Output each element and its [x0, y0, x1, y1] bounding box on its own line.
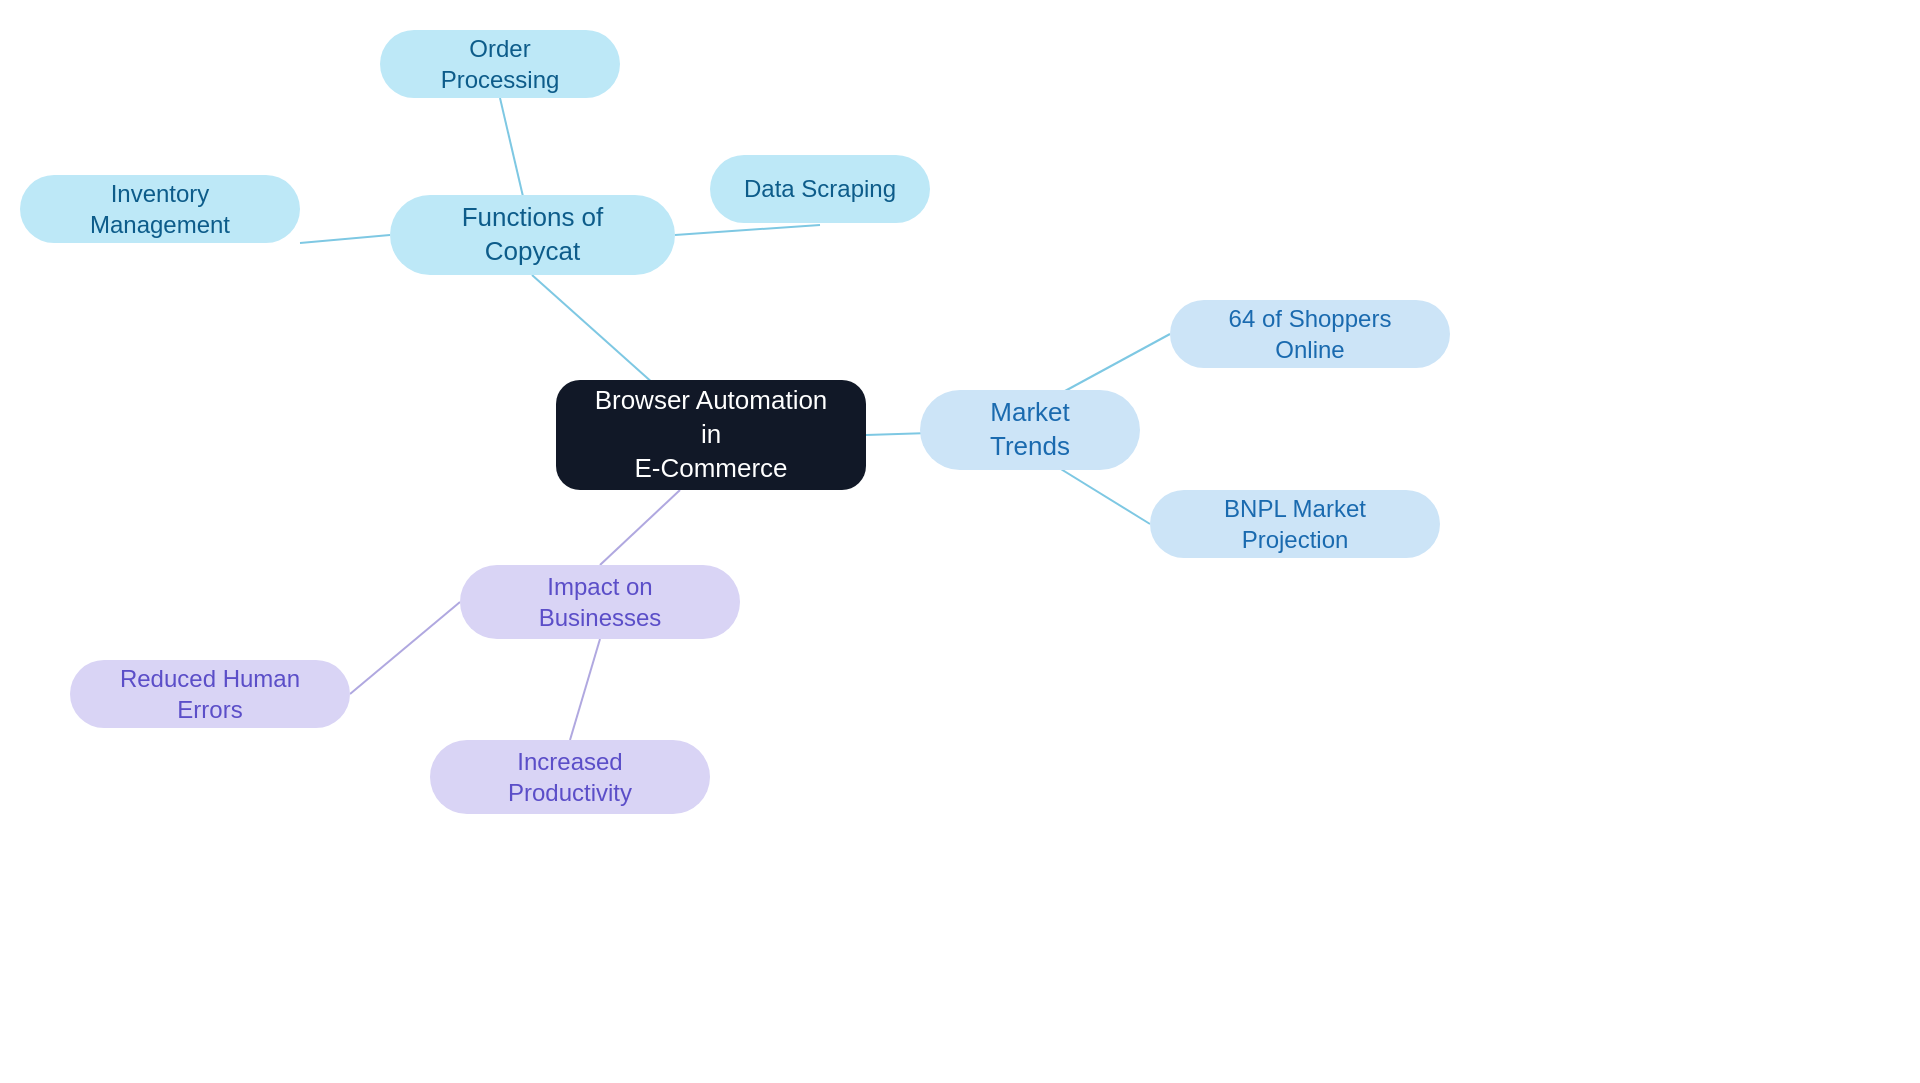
center-node: Browser Automation in E-Commerce — [556, 380, 866, 490]
data-scraping-label: Data Scraping — [744, 173, 896, 204]
impact-label: Impact on Businesses — [492, 571, 708, 633]
shoppers-node: 64 of Shoppers Online — [1170, 300, 1450, 368]
svg-line-6 — [570, 639, 600, 740]
inventory-label: Inventory Management — [52, 178, 268, 240]
order-processing-node: Order Processing — [380, 30, 620, 98]
center-label: Browser Automation in E-Commerce — [588, 384, 834, 485]
inventory-node: Inventory Management — [20, 175, 300, 243]
svg-line-5 — [350, 602, 460, 694]
functions-node: Functions of Copycat — [390, 195, 675, 275]
bnpl-node: BNPL Market Projection — [1150, 490, 1440, 558]
svg-line-2 — [300, 235, 390, 243]
connections-svg — [0, 0, 1920, 1083]
functions-label: Functions of Copycat — [422, 201, 643, 269]
productivity-node: Increased Productivity — [430, 740, 710, 814]
impact-node: Impact on Businesses — [460, 565, 740, 639]
market-trends-node: Market Trends — [920, 390, 1140, 470]
order-processing-label: Order Processing — [412, 33, 588, 95]
shoppers-label: 64 of Shoppers Online — [1202, 303, 1418, 365]
reduced-errors-label: Reduced Human Errors — [102, 663, 318, 725]
svg-line-3 — [675, 225, 820, 235]
svg-line-4 — [600, 490, 680, 565]
market-trends-label: Market Trends — [952, 396, 1108, 464]
productivity-label: Increased Productivity — [462, 746, 678, 808]
data-scraping-node: Data Scraping — [710, 155, 930, 223]
bnpl-label: BNPL Market Projection — [1182, 493, 1408, 555]
reduced-errors-node: Reduced Human Errors — [70, 660, 350, 728]
